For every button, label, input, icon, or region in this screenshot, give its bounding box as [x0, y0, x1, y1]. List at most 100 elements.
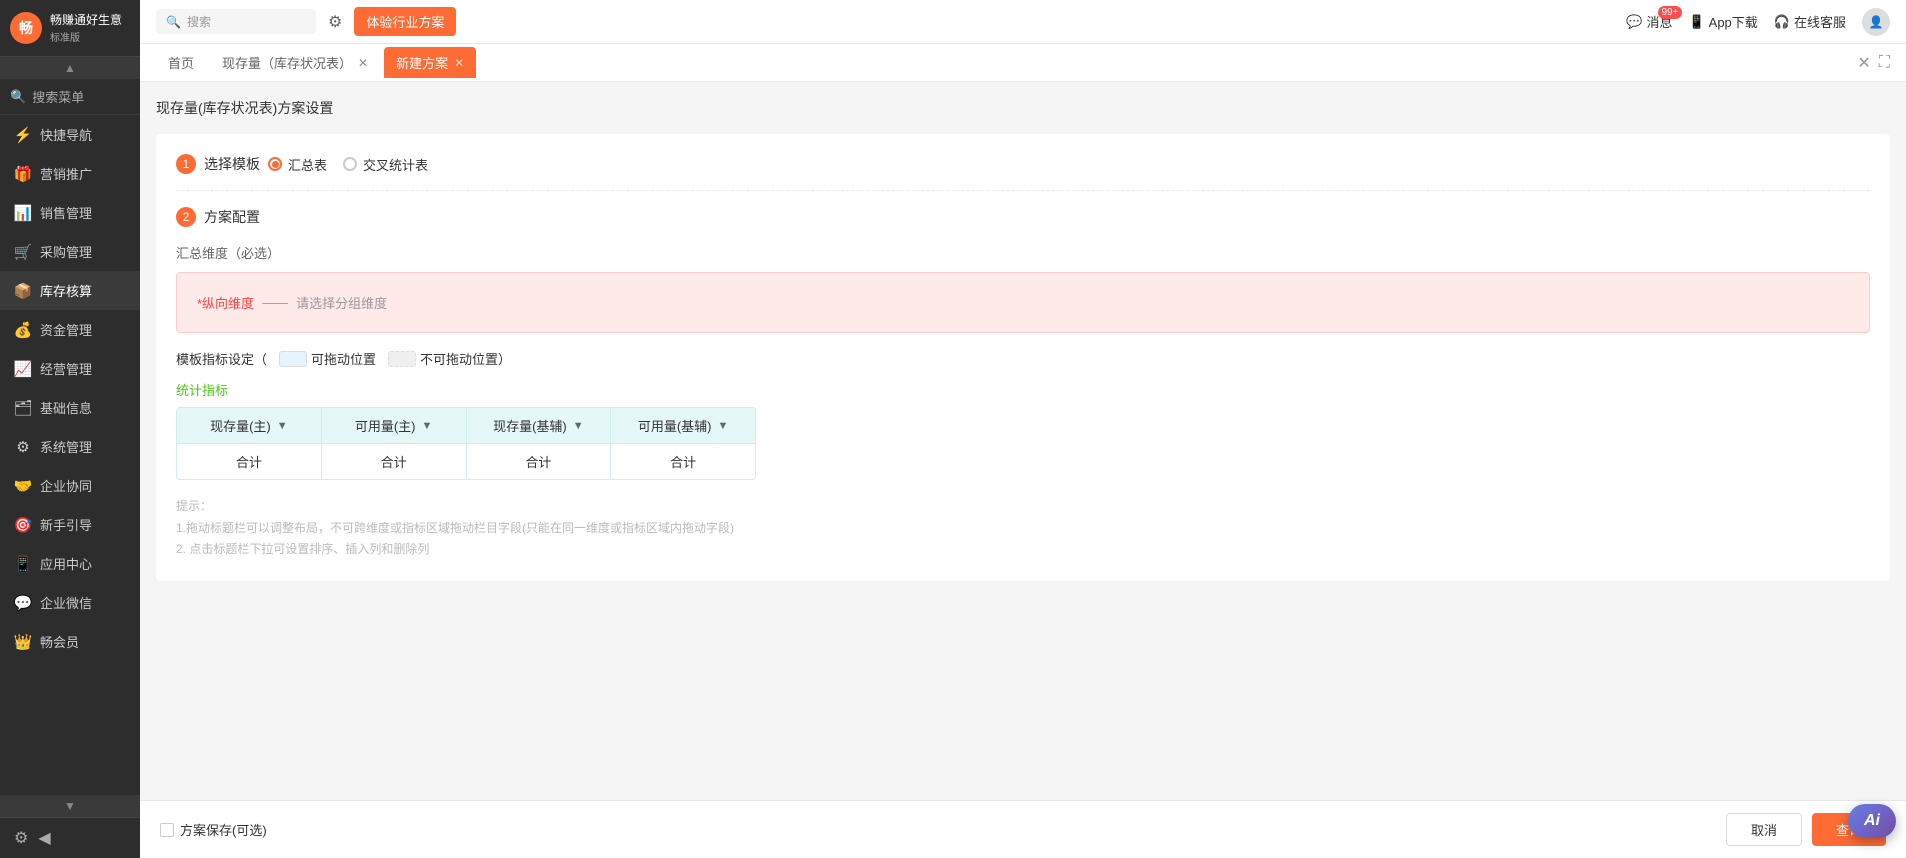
stats-cell-1: 合计	[322, 444, 467, 479]
guide-icon: 🎯	[14, 516, 32, 534]
finance-icon: 💰	[14, 321, 32, 339]
dimension-dash: ——	[262, 295, 288, 310]
sidebar-scroll-down[interactable]: ▼	[0, 795, 140, 817]
tab-inventory-status[interactable]: 现存量（库存状况表） ✕	[210, 47, 380, 78]
tab-inventory-status-label: 现存量（库存状况表）	[222, 53, 352, 72]
tab-home[interactable]: 首页	[156, 47, 206, 78]
no-drag-label: 不可拖动位置）	[420, 349, 511, 368]
topbar-search[interactable]: 🔍 搜索	[156, 9, 316, 34]
sidebar-item-app-center[interactable]: 📱 应用中心	[0, 544, 140, 583]
sidebar-item-quick-nav[interactable]: ⚡ 快捷导航	[0, 115, 140, 154]
stats-col-current-main-dropdown[interactable]: ▼	[277, 420, 288, 432]
ai-fab-button[interactable]: Ai	[1848, 804, 1896, 838]
stats-col-available-aux[interactable]: 可用量(基辅) ▼	[611, 408, 755, 443]
draggable-box	[279, 351, 307, 367]
radio-cross-circle	[343, 157, 357, 171]
toggle-sidebar-icon[interactable]: ◀	[38, 828, 50, 848]
wechat-icon: 💬	[14, 594, 32, 612]
save-option-label: 方案保存(可选)	[180, 820, 267, 839]
sidebar-logo: 畅 畅赚通好生意 标准版	[0, 0, 140, 57]
tab-bar: 首页 现存量（库存状况表） ✕ 新建方案 ✕ ✕ ⛶	[140, 44, 1906, 82]
sidebar-item-purchase[interactable]: 🛒 采购管理	[0, 232, 140, 271]
template-radio-group: 汇总表 交叉统计表	[268, 155, 428, 174]
sidebar-item-guide[interactable]: 🎯 新手引导	[0, 505, 140, 544]
radio-cross[interactable]: 交叉统计表	[343, 155, 428, 174]
sidebar-item-system[interactable]: ⚙ 系统管理	[0, 427, 140, 466]
step2-number: 2	[176, 207, 196, 227]
stats-col-current-aux[interactable]: 现存量(基辅) ▼	[467, 408, 612, 443]
stats-col-available-aux-dropdown[interactable]: ▼	[718, 420, 729, 432]
sidebar-scroll-up[interactable]: ▲	[0, 57, 140, 79]
inventory-icon: 📦	[14, 282, 32, 300]
system-icon: ⚙	[14, 438, 32, 456]
stats-table-header: 现存量(主) ▼ 可用量(主) ▼ 现存量(基辅) ▼ 可用量(基辅) ▼	[177, 408, 755, 443]
sidebar-item-inventory[interactable]: 📦 库存核算	[0, 271, 140, 310]
user-avatar[interactable]: 👤	[1862, 8, 1890, 36]
sidebar-item-finance[interactable]: 💰 资金管理	[0, 310, 140, 349]
stats-col-available-aux-label: 可用量(基辅)	[638, 416, 712, 435]
app-download-badge[interactable]: 📱 App下载	[1688, 12, 1757, 31]
sidebar-item-label: 系统管理	[40, 437, 92, 456]
sidebar-item-member[interactable]: 👑 畅会员	[0, 622, 140, 661]
sidebar-footer: ⚙ ◀	[0, 817, 140, 858]
tips-title: 提示：	[176, 499, 212, 513]
tab-inventory-close-icon[interactable]: ✕	[358, 56, 368, 70]
app-download-icon: 📱	[1688, 14, 1704, 30]
messages-badge[interactable]: 💬 消息 99+	[1626, 12, 1672, 31]
sidebar-search[interactable]: 🔍 搜索菜单	[0, 79, 140, 115]
save-checkbox[interactable]	[160, 823, 174, 837]
stats-col-available-main-dropdown[interactable]: ▼	[422, 420, 433, 432]
radio-summary[interactable]: 汇总表	[268, 155, 327, 174]
sidebar-item-basic-info[interactable]: 🗂 基础信息	[0, 388, 140, 427]
online-service-badge[interactable]: 🎧 在线客服	[1774, 12, 1846, 31]
sidebar-item-cooperation[interactable]: 🤝 企业协同	[0, 466, 140, 505]
dimension-placeholder: 请选择分组维度	[296, 293, 387, 312]
indicators-row: 模板指标设定（ 可拖动位置 不可拖动位置）	[176, 349, 1870, 368]
stats-cell-0: 合计	[177, 444, 322, 479]
app-edition: 标准版	[50, 29, 122, 44]
step-divider	[176, 190, 1870, 191]
topbar-search-placeholder: 搜索	[187, 13, 211, 30]
settings-icon[interactable]: ⚙	[14, 828, 28, 848]
sidebar-item-label: 库存核算	[40, 281, 92, 300]
sidebar-item-label: 快捷导航	[40, 125, 92, 144]
page-title: 现存量(库存状况表)方案设置	[156, 98, 1890, 118]
tab-close-all-icon[interactable]: ✕	[1857, 53, 1870, 73]
sidebar-item-label: 经营管理	[40, 359, 92, 378]
sidebar-item-marketing[interactable]: 🎁 营销推广	[0, 154, 140, 193]
app-name: 畅赚通好生意	[50, 12, 122, 29]
sidebar-item-wechat[interactable]: 💬 企业微信	[0, 583, 140, 622]
stats-col-current-main[interactable]: 现存量(主) ▼	[177, 408, 322, 443]
draggable-label: 可拖动位置	[311, 349, 376, 368]
tab-new-plan[interactable]: 新建方案 ✕	[384, 47, 476, 78]
tab-new-plan-close-icon[interactable]: ✕	[454, 56, 464, 70]
topbar: 🔍 搜索 ⚙ 体验行业方案 💬 消息 99+ 📱 App下载 🎧 在线客服 👤	[140, 0, 1906, 44]
stats-table: 现存量(主) ▼ 可用量(主) ▼ 现存量(基辅) ▼ 可用量(基辅) ▼	[176, 407, 756, 480]
main-area: 🔍 搜索 ⚙ 体验行业方案 💬 消息 99+ 📱 App下载 🎧 在线客服 👤 …	[140, 0, 1906, 858]
stats-cell-3: 合计	[611, 444, 755, 479]
sidebar-item-label: 应用中心	[40, 554, 92, 573]
tab-expand-icon[interactable]: ⛶	[1879, 54, 1890, 72]
stats-table-body: 合计 合计 合计 合计	[177, 443, 755, 479]
content-area: 现存量(库存状况表)方案设置 1 选择模板 汇总表 交叉统计表	[140, 82, 1906, 800]
tab-new-plan-label: 新建方案	[396, 53, 448, 72]
stats-col-current-aux-dropdown[interactable]: ▼	[573, 420, 584, 432]
online-service-label: 在线客服	[1794, 12, 1846, 31]
sidebar-item-label: 营销推广	[40, 164, 92, 183]
operations-icon: 📈	[14, 360, 32, 378]
save-option[interactable]: 方案保存(可选)	[160, 820, 267, 839]
sidebar-nav: ⚡ 快捷导航 🎁 营销推广 📊 销售管理 🛒 采购管理 📦 库存核算 💰 资金管…	[0, 115, 140, 795]
stats-col-available-main[interactable]: 可用量(主) ▼	[322, 408, 467, 443]
app-logo-icon: 畅	[10, 12, 42, 44]
dimension-area[interactable]: *纵向维度 —— 请选择分组维度	[176, 272, 1870, 333]
member-icon: 👑	[14, 633, 32, 651]
topbar-settings-icon[interactable]: ⚙	[328, 12, 342, 32]
cancel-button[interactable]: 取消	[1726, 813, 1802, 846]
sidebar-item-operations[interactable]: 📈 经营管理	[0, 349, 140, 388]
tab-home-label: 首页	[168, 53, 194, 72]
sidebar-search-label: 搜索菜单	[32, 87, 84, 106]
industry-plan-button[interactable]: 体验行业方案	[354, 7, 456, 36]
step2-header: 2 方案配置	[176, 207, 1870, 227]
sidebar-item-sales[interactable]: 📊 销售管理	[0, 193, 140, 232]
sidebar-item-label: 新手引导	[40, 515, 92, 534]
